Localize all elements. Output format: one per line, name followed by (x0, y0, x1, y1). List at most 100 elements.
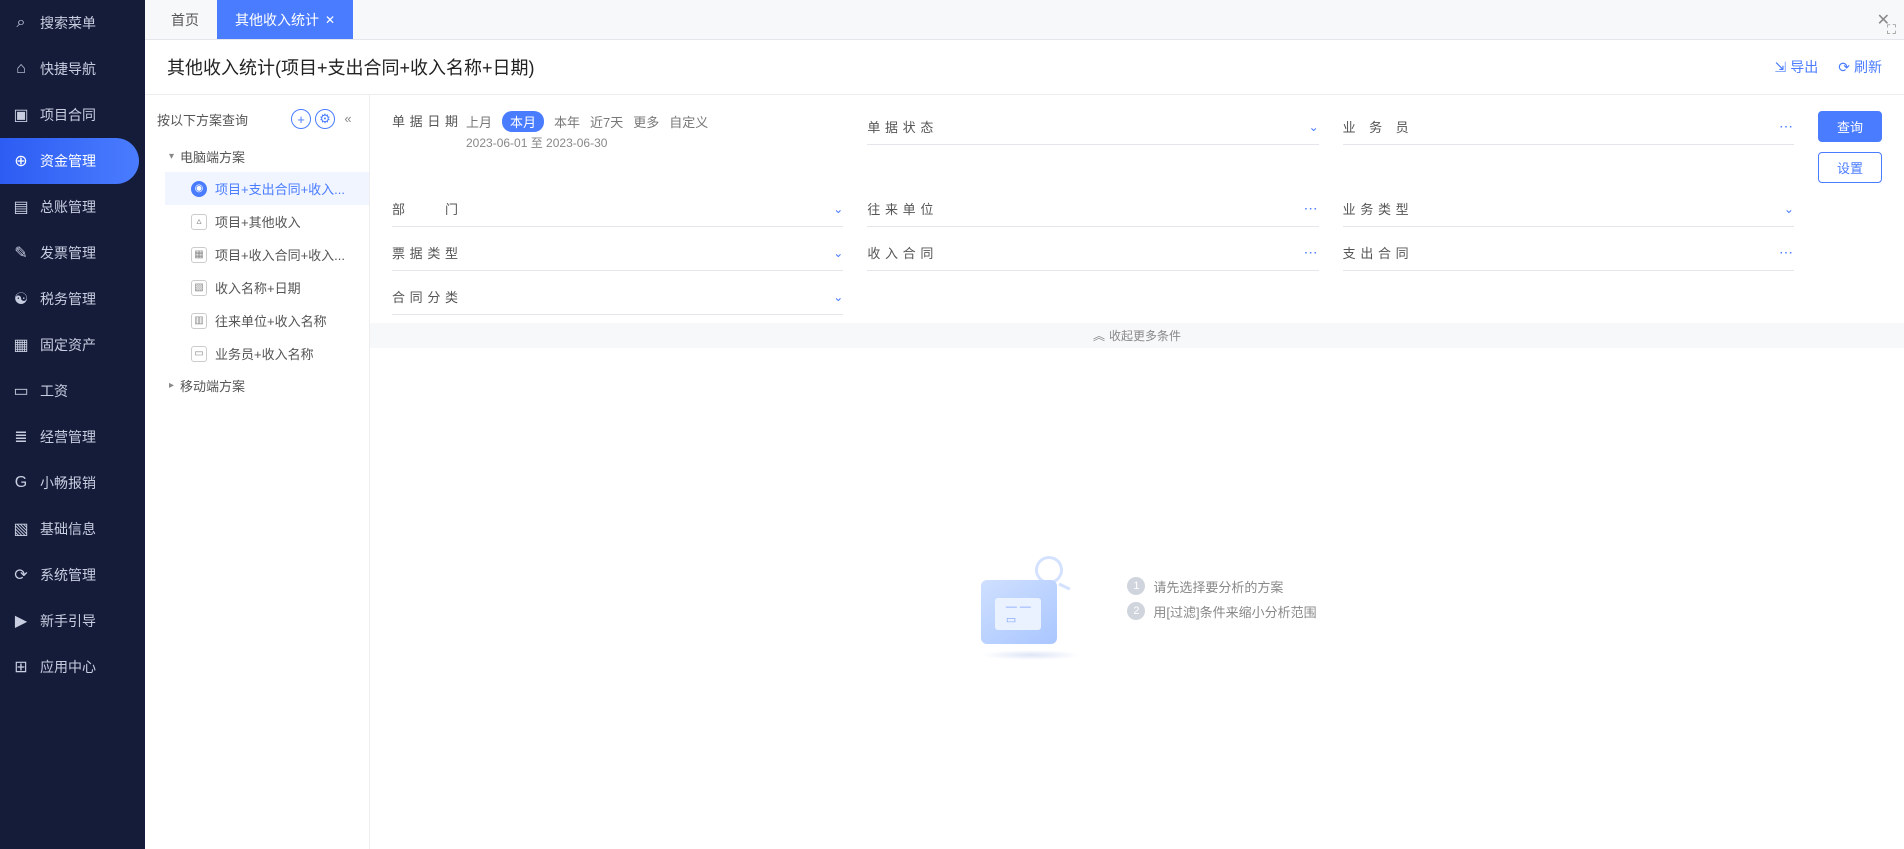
scheme-settings-button[interactable]: ⚙ (315, 109, 335, 129)
sidebar-item-3[interactable]: ⊕资金管理 (0, 138, 139, 184)
sidebar-icon: ✎ (12, 244, 30, 262)
more-icon: ⋯ (1304, 244, 1319, 261)
sidebar-item-2[interactable]: ▣项目合同 (0, 92, 145, 138)
partner-field[interactable]: 往来单位 ⋯ (867, 193, 1318, 227)
dept-field[interactable]: 部门 ⌄ (392, 193, 843, 227)
scheme-title: 按以下方案查询 (157, 110, 248, 129)
scheme-leaf-icon: ◉ (191, 181, 207, 197)
export-icon: ⇲ (1775, 59, 1787, 76)
sidebar-item-5[interactable]: ✎发票管理 (0, 230, 145, 276)
tree-group-1[interactable]: ▸移动端方案 (165, 370, 369, 401)
scheme-leaf-icon: ▭ (191, 346, 207, 362)
scheme-leaf-0-1[interactable]: ▵项目+其他收入 (165, 205, 369, 238)
date-option-2[interactable]: 本年 (554, 112, 580, 131)
biztype-field[interactable]: 业务类型 ⌄ (1343, 193, 1794, 227)
chevron-down-icon: ⌄ (833, 202, 843, 216)
contract-category-field[interactable]: 合同分类 ⌄ (392, 281, 843, 315)
sidebar-item-12[interactable]: ⟳系统管理 (0, 552, 145, 598)
scheme-leaf-icon: ▧ (191, 280, 207, 296)
scheme-leaf-icon: ▥ (191, 313, 207, 329)
tab-1[interactable]: 其他收入统计✕ (217, 0, 353, 39)
sidebar-item-1[interactable]: ⌂快捷导航 (0, 46, 145, 92)
scheme-leaf-icon: ▦ (191, 247, 207, 263)
empty-state: — —▭ 1 请先选择要分析的方案 2 用[过滤]条件来缩小分析范围 (370, 348, 1904, 849)
sidebar-item-8[interactable]: ▭工资 (0, 368, 145, 414)
sidebar-item-10[interactable]: G小畅报销 (0, 460, 145, 506)
filter-area: 单据日期 上月本月本年近7天更多自定义 2023-06-01 至 2023-06… (370, 95, 1904, 849)
scheme-leaf-0-3[interactable]: ▧收入名称+日期 (165, 271, 369, 304)
sidebar-icon: ⌕ (12, 14, 30, 32)
step-badge-2: 2 (1127, 602, 1145, 620)
empty-illustration: — —▭ (957, 534, 1097, 664)
sidebar-icon: ⊞ (12, 658, 30, 676)
refresh-button[interactable]: ⟳ 刷新 (1838, 57, 1882, 77)
date-label: 单据日期 (392, 111, 458, 130)
sidebar-icon: ≣ (12, 428, 30, 446)
sidebar-icon: ▣ (12, 106, 30, 124)
sidebar-icon: ▶ (12, 612, 30, 630)
refresh-icon: ⟳ (1838, 59, 1850, 76)
tree-group-0[interactable]: ▾电脑端方案 (165, 141, 369, 172)
sidebar-item-9[interactable]: ≣经营管理 (0, 414, 145, 460)
chevron-down-icon: ⌄ (833, 290, 843, 304)
sidebar-item-7[interactable]: ▦固定资产 (0, 322, 145, 368)
sidebar-icon: ▤ (12, 198, 30, 216)
settings-button[interactable]: 设置 (1818, 152, 1882, 183)
sidebar-item-0[interactable]: ⌕搜索菜单 (0, 0, 145, 46)
salesman-field[interactable]: 业务员 ⋯ (1343, 111, 1794, 145)
sidebar-icon: ⊕ (12, 152, 30, 170)
fullscreen-icon[interactable]: ⛶ (1887, 22, 1896, 38)
scheme-leaf-0-0[interactable]: ◉项目+支出合同+收入... (165, 172, 369, 205)
scheme-leaf-0-4[interactable]: ▥往来单位+收入名称 (165, 304, 369, 337)
sidebar: ⌕搜索菜单⌂快捷导航▣项目合同⊕资金管理▤总账管理✎发票管理☯税务管理▦固定资产… (0, 0, 145, 849)
more-icon: ⋯ (1304, 200, 1319, 217)
more-icon: ⋯ (1779, 244, 1794, 261)
scheme-leaf-0-5[interactable]: ▭业务员+收入名称 (165, 337, 369, 370)
collapse-conditions-button[interactable]: ︽ 收起更多条件 (370, 323, 1904, 348)
date-range-value: 2023-06-01 至 2023-06-30 (466, 134, 843, 151)
status-field[interactable]: 单据状态 ⌄ (867, 111, 1318, 145)
sidebar-item-13[interactable]: ▶新手引导 (0, 598, 145, 644)
date-option-5[interactable]: 自定义 (669, 112, 708, 131)
chevron-down-icon: ⌄ (1309, 120, 1319, 134)
chevron-down-icon: ⌄ (833, 246, 843, 260)
date-option-3[interactable]: 近7天 (590, 112, 623, 131)
tab-0[interactable]: 首页 (153, 0, 217, 39)
collapse-up-icon: ︽ (1093, 327, 1105, 344)
sidebar-icon: ☯ (12, 290, 30, 308)
page-title: 其他收入统计(项目+支出合同+收入名称+日期) (167, 54, 535, 80)
income-contract-field[interactable]: 收入合同 ⋯ (867, 237, 1318, 271)
date-option-0[interactable]: 上月 (466, 112, 492, 131)
expense-contract-field[interactable]: 支出合同 ⋯ (1343, 237, 1794, 271)
sidebar-icon: ⌂ (12, 60, 30, 78)
sidebar-icon: ▦ (12, 336, 30, 354)
empty-step-2: 用[过滤]条件来缩小分析范围 (1153, 602, 1316, 621)
close-icon[interactable]: ✕ (325, 13, 335, 27)
sidebar-item-14[interactable]: ⊞应用中心 (0, 644, 145, 690)
main-area: 首页其他收入统计✕ ✕ 其他收入统计(项目+支出合同+收入名称+日期) ⇲ 导出… (145, 0, 1904, 849)
tab-bar: 首页其他收入统计✕ ✕ (145, 0, 1904, 40)
query-button[interactable]: 查询 (1818, 111, 1882, 142)
sidebar-icon: ⟳ (12, 566, 30, 584)
sidebar-icon: ▧ (12, 520, 30, 538)
sidebar-item-6[interactable]: ☯税务管理 (0, 276, 145, 322)
scheme-leaf-icon: ▵ (191, 214, 207, 230)
date-option-1[interactable]: 本月 (502, 111, 544, 132)
ticket-type-field[interactable]: 票据类型 ⌄ (392, 237, 843, 271)
chevron-down-icon: ⌄ (1784, 202, 1794, 216)
sidebar-item-11[interactable]: ▧基础信息 (0, 506, 145, 552)
export-button[interactable]: ⇲ 导出 (1775, 57, 1819, 77)
add-scheme-button[interactable]: + (291, 109, 311, 129)
date-range-options: 上月本月本年近7天更多自定义 (466, 111, 843, 132)
empty-step-1: 请先选择要分析的方案 (1153, 577, 1283, 596)
date-option-4[interactable]: 更多 (633, 112, 659, 131)
page-header: 其他收入统计(项目+支出合同+收入名称+日期) ⇲ 导出 ⟳ 刷新 (145, 40, 1904, 95)
sidebar-icon: G (12, 474, 30, 492)
scheme-leaf-0-2[interactable]: ▦项目+收入合同+收入... (165, 238, 369, 271)
sidebar-icon: ▭ (12, 382, 30, 400)
step-badge-1: 1 (1127, 577, 1145, 595)
collapse-scheme-panel-button[interactable]: « (339, 109, 357, 127)
caret-icon: ▾ (169, 151, 174, 162)
sidebar-item-4[interactable]: ▤总账管理 (0, 184, 145, 230)
scheme-panel: 按以下方案查询 + ⚙ « ▾电脑端方案◉项目+支出合同+收入...▵项目+其他… (145, 95, 370, 849)
